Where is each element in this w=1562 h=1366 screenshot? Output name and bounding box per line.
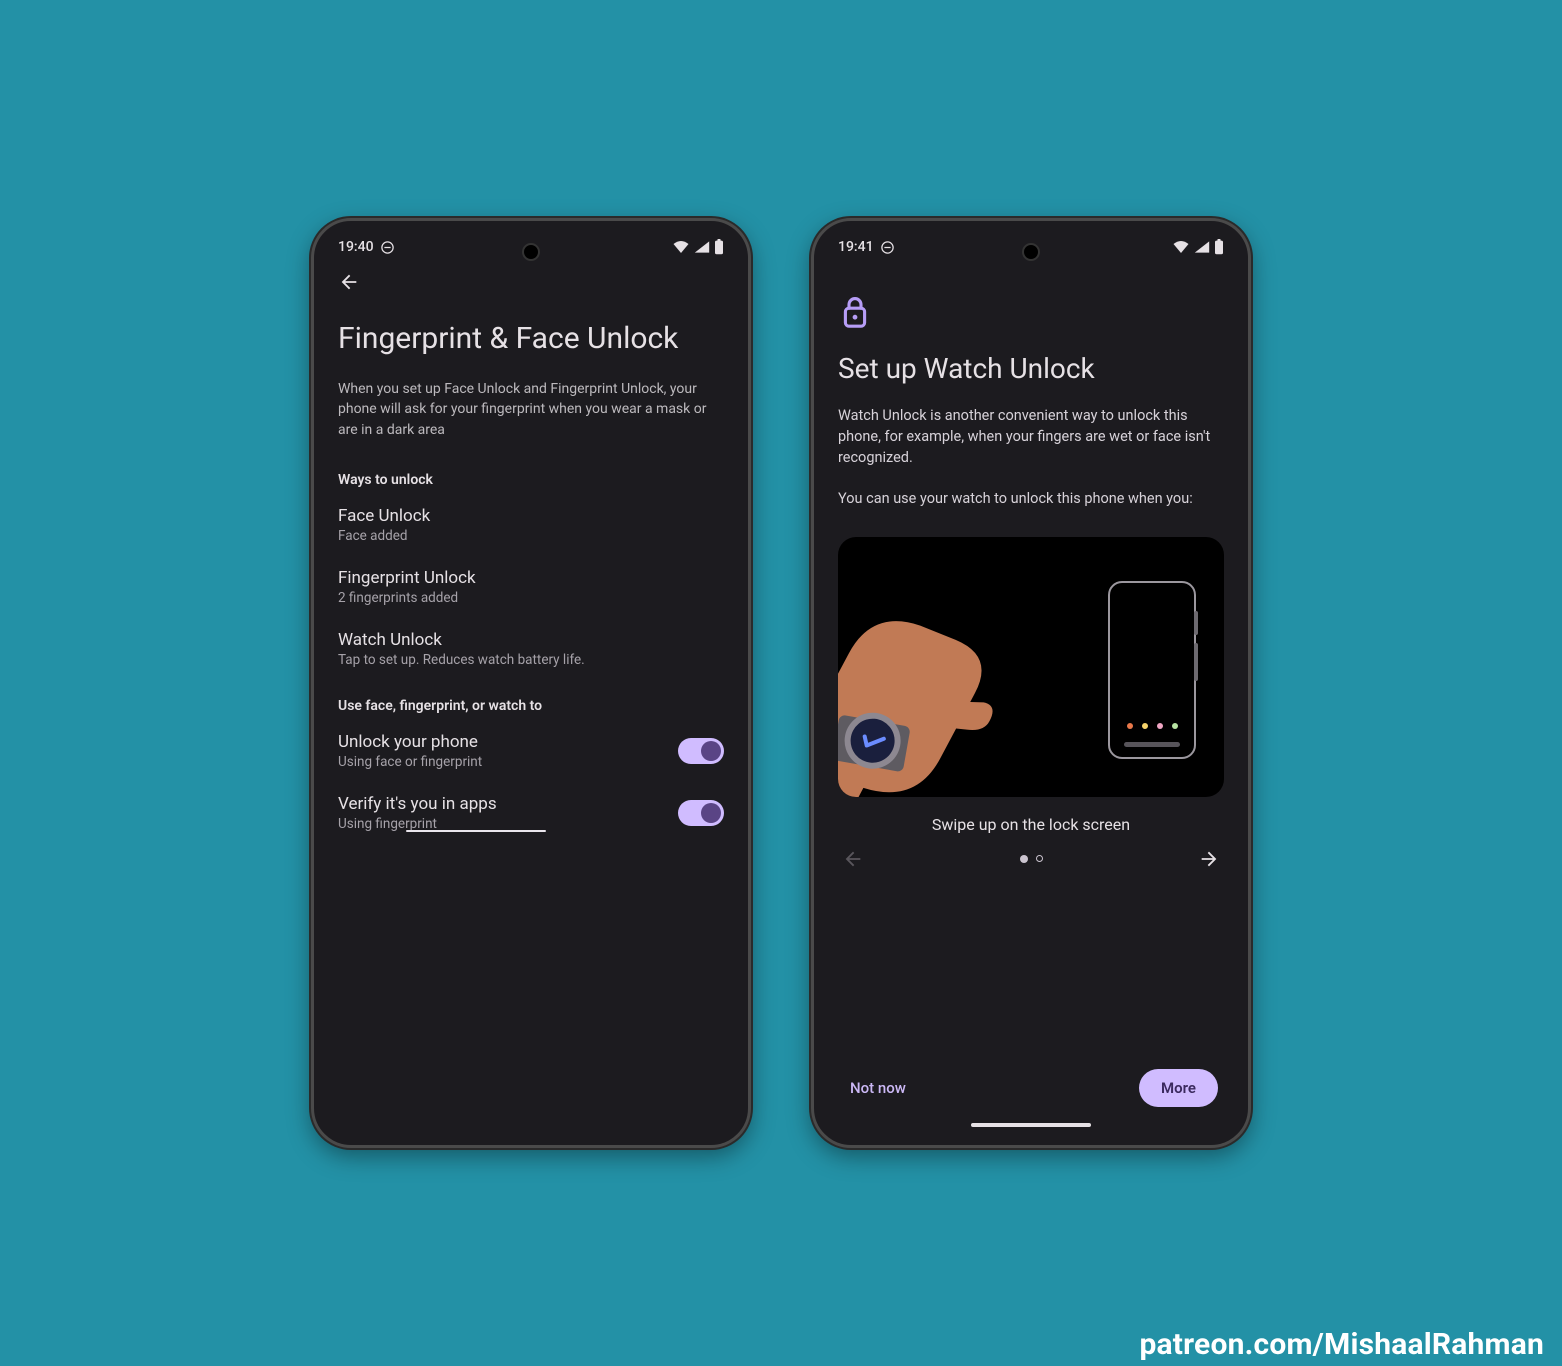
row-unlock-phone[interactable]: Unlock your phone Using face or fingerpr… xyxy=(338,732,724,770)
battery-icon xyxy=(714,239,724,255)
row-verify-apps[interactable]: Verify it's you in apps Using fingerprin… xyxy=(338,794,724,832)
prev-arrow[interactable] xyxy=(842,848,864,870)
row-fingerprint-unlock[interactable]: Fingerprint Unlock 2 fingerprints added xyxy=(338,568,724,606)
row-title: Face Unlock xyxy=(338,506,724,526)
page-description-1: Watch Unlock is another convenient way t… xyxy=(838,405,1224,468)
illustration-phone xyxy=(1108,581,1196,759)
row-sub: Face added xyxy=(338,528,724,544)
row-watch-unlock[interactable]: Watch Unlock Tap to set up. Reduces watc… xyxy=(338,630,724,668)
row-title: Unlock your phone xyxy=(338,732,666,752)
page-indicator xyxy=(1020,855,1043,863)
illustration-dots xyxy=(1110,723,1194,729)
toggle-unlock-phone[interactable] xyxy=(678,738,724,764)
row-title: Verify it's you in apps xyxy=(338,794,666,814)
watermark: patreon.com/MishaalRahman xyxy=(1139,1327,1544,1362)
dnd-icon xyxy=(380,240,395,255)
dnd-icon xyxy=(880,240,895,255)
illustration-caption: Swipe up on the lock screen xyxy=(838,815,1224,834)
row-title: Fingerprint Unlock xyxy=(338,568,724,588)
page-title: Fingerprint & Face Unlock xyxy=(338,321,724,357)
camera-hole xyxy=(522,243,540,261)
status-time: 19:41 xyxy=(838,239,874,255)
next-arrow[interactable] xyxy=(1198,848,1220,870)
section-use-to: Use face, fingerprint, or watch to xyxy=(338,698,724,714)
row-sub: Tap to set up. Reduces watch battery lif… xyxy=(338,652,724,668)
more-button[interactable]: More xyxy=(1139,1069,1218,1107)
battery-icon xyxy=(1214,239,1224,255)
lock-icon xyxy=(838,267,1224,353)
signal-icon xyxy=(694,240,710,254)
row-sub: Using face or fingerprint xyxy=(338,754,666,770)
phone-right: 19:41 Set up Watch Unlock xyxy=(811,218,1251,1148)
scroll-indicator xyxy=(406,830,546,833)
wifi-icon xyxy=(672,240,690,254)
row-face-unlock[interactable]: Face Unlock Face added xyxy=(338,506,724,544)
page-description-2: You can use your watch to unlock this ph… xyxy=(838,488,1224,509)
not-now-button[interactable]: Not now xyxy=(844,1069,912,1107)
row-title: Watch Unlock xyxy=(338,630,724,650)
back-button[interactable] xyxy=(338,267,724,321)
page-description: When you set up Face Unlock and Fingerpr… xyxy=(338,379,724,440)
illustration-watch-unlock xyxy=(838,537,1224,797)
status-time: 19:40 xyxy=(338,239,374,255)
phone-left: 19:40 Fingerprint & Face Unlock When you… xyxy=(311,218,751,1148)
section-ways-to-unlock: Ways to unlock xyxy=(338,472,724,488)
wifi-icon xyxy=(1172,240,1190,254)
row-sub: 2 fingerprints added xyxy=(338,590,724,606)
gesture-bar xyxy=(971,1123,1091,1127)
toggle-verify-apps[interactable] xyxy=(678,800,724,826)
camera-hole xyxy=(1022,243,1040,261)
signal-icon xyxy=(1194,240,1210,254)
page-title: Set up Watch Unlock xyxy=(838,353,1224,385)
